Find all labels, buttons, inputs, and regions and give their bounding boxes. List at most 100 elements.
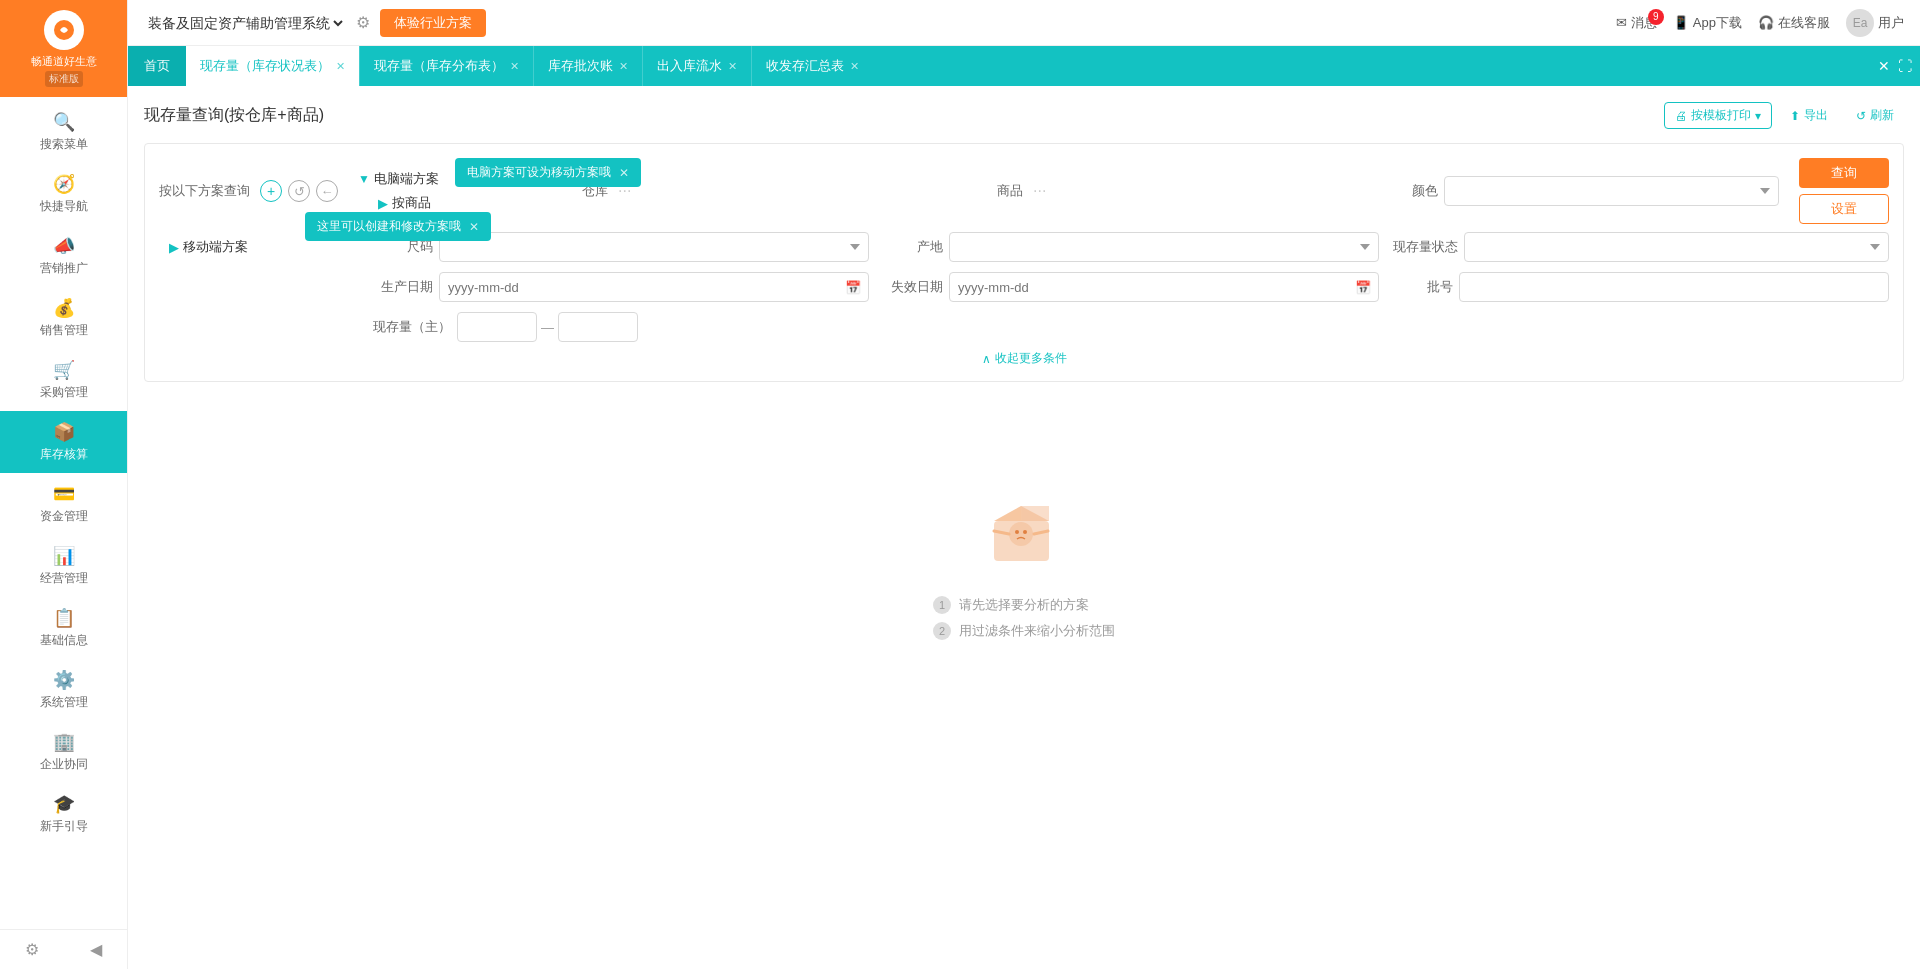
step-1-text: 请先选择要分析的方案 — [959, 596, 1089, 614]
chevron-up-icon: ∧ — [982, 352, 991, 366]
refresh-button[interactable]: ↺ 刷新 — [1846, 103, 1904, 128]
mobile-scheme-text: 移动端方案 — [183, 238, 248, 256]
sidebar-item-label: 采购管理 — [40, 384, 88, 401]
tab-recv-summary[interactable]: 收发存汇总表 ✕ — [751, 46, 873, 86]
template-print-label: 按模板打印 — [1691, 107, 1751, 124]
empty-step-1: 1 请先选择要分析的方案 — [933, 596, 1115, 614]
content-inner: 现存量查询(按仓库+商品) 🖨 按模板打印 ▾ ⬆ 导出 ↺ 刷新 — [128, 86, 1920, 969]
tab-close-all-icon[interactable]: ✕ — [1878, 58, 1890, 74]
sidebar: 畅通道好生意 标准版 🔍 搜索菜单 🧭 快捷导航 📣 营销推广 💰 销售管理 🛒… — [0, 0, 128, 969]
search-icon: 🔍 — [53, 111, 75, 133]
sidebar-item-purchase[interactable]: 🛒 采购管理 — [0, 349, 127, 411]
topbar-right: ✉ 消息 9 📱 App下载 🎧 在线客服 Ea 用户 — [1616, 9, 1904, 37]
sidebar-item-inventory[interactable]: 📦 库存核算 — [0, 411, 127, 473]
produce-date-input[interactable] — [439, 272, 869, 302]
stock-qty-min-input[interactable] — [457, 312, 537, 342]
sidebar-item-finance[interactable]: 💳 资金管理 — [0, 473, 127, 535]
chevron-down-icon: ▼ — [358, 172, 370, 186]
origin-label: 产地 — [883, 238, 943, 256]
tabbar: 首页 现存量（库存状况表） ✕ 现存量（库存分布表） ✕ 库存批次账 ✕ 出入库… — [128, 46, 1920, 86]
tab-close-icon[interactable]: ✕ — [619, 60, 628, 73]
tooltip-scheme-close[interactable]: ✕ — [469, 220, 479, 234]
filter-reset-button[interactable]: ↺ — [288, 180, 310, 202]
filter-add-button[interactable]: + — [260, 180, 282, 202]
refresh-icon: ↺ — [1856, 109, 1866, 123]
svg-point-6 — [1023, 530, 1027, 534]
footer-settings-icon[interactable]: ⚙ — [25, 940, 39, 959]
sidebar-item-enterprise[interactable]: 🏢 企业协同 — [0, 721, 127, 783]
tab-close-icon[interactable]: ✕ — [728, 60, 737, 73]
tab-close-icon[interactable]: ✕ — [336, 60, 345, 73]
batch-input[interactable] — [1459, 272, 1889, 302]
tooltip-scheme-text: 这里可以创建和修改方案哦 — [317, 218, 461, 235]
message-button[interactable]: ✉ 消息 9 — [1616, 14, 1657, 32]
chart-icon: 📊 — [53, 545, 75, 567]
building-icon: 🏢 — [53, 731, 75, 753]
produce-date-label: 生产日期 — [373, 278, 433, 296]
color-select[interactable] — [1444, 176, 1779, 206]
topbar: 装备及固定资产辅助管理系统 ⚙ 体验行业方案 ✉ 消息 9 📱 App下载 🎧 … — [128, 0, 1920, 46]
stock-status-select[interactable] — [1464, 232, 1889, 262]
size-select[interactable] — [439, 232, 869, 262]
clipboard-icon: 📋 — [53, 607, 75, 629]
color-label: 颜色 — [1378, 182, 1438, 200]
topbar-system-select[interactable]: 装备及固定资产辅助管理系统 — [144, 14, 346, 32]
tooltip-desktop-close[interactable]: ✕ — [619, 166, 629, 180]
sidebar-item-system[interactable]: ⚙️ 系统管理 — [0, 659, 127, 721]
desktop-scheme-label[interactable]: 电脑端方案 — [374, 170, 439, 188]
stock-status-label: 现存量状态 — [1393, 238, 1458, 256]
megaphone-icon: 📣 — [53, 235, 75, 257]
stock-qty-max-input[interactable] — [558, 312, 638, 342]
tab-inout-flow[interactable]: 出入库流水 ✕ — [642, 46, 751, 86]
reset-button[interactable]: 设置 — [1799, 194, 1889, 224]
solution-button[interactable]: 体验行业方案 — [380, 9, 486, 37]
tabbar-actions: ✕ ⛶ — [1878, 58, 1920, 74]
sidebar-item-basic[interactable]: 📋 基础信息 — [0, 597, 127, 659]
sidebar-item-operation[interactable]: 📊 经营管理 — [0, 535, 127, 597]
template-print-button[interactable]: 🖨 按模板打印 ▾ — [1664, 102, 1772, 129]
filter-fields-row4: 现存量（主） — — [159, 312, 1889, 342]
tab-home[interactable]: 首页 — [128, 46, 186, 86]
tab-label: 现存量（库存状况表） — [200, 57, 330, 75]
sidebar-item-label: 快捷导航 — [40, 198, 88, 215]
tab-maximize-icon[interactable]: ⛶ — [1898, 58, 1912, 74]
sidebar-item-guide[interactable]: 🎓 新手引导 — [0, 783, 127, 845]
sidebar-item-search-menu[interactable]: 🔍 搜索菜单 — [0, 101, 127, 163]
content-area: 现存量查询(按仓库+商品) 🖨 按模板打印 ▾ ⬆ 导出 ↺ 刷新 — [128, 86, 1920, 969]
app-download-label: App下载 — [1693, 14, 1742, 32]
printer-icon: 🖨 — [1675, 109, 1687, 123]
filter-arrow-button[interactable]: ← — [316, 180, 338, 202]
app-download-button[interactable]: 📱 App下载 — [1673, 14, 1742, 32]
footer-collapse-icon[interactable]: ◀ — [90, 940, 102, 959]
topbar-settings-icon[interactable]: ⚙ — [356, 13, 370, 32]
calendar-icon[interactable]: 📅 — [845, 280, 861, 295]
sidebar-footer: ⚙ ◀ — [0, 929, 127, 969]
sidebar-item-label: 企业协同 — [40, 756, 88, 773]
tab-close-icon[interactable]: ✕ — [850, 60, 859, 73]
sidebar-item-label: 资金管理 — [40, 508, 88, 525]
calendar2-icon[interactable]: 📅 — [1355, 280, 1371, 295]
scheme-item[interactable]: ▶ 按商品 — [378, 194, 518, 212]
chevron-down-icon: ▾ — [1755, 109, 1761, 123]
logo-icon — [44, 10, 84, 50]
tab-close-icon[interactable]: ✕ — [510, 60, 519, 73]
tab-label: 现存量（库存分布表） — [374, 57, 504, 75]
origin-select[interactable] — [949, 232, 1379, 262]
tab-inventory-dist[interactable]: 现存量（库存分布表） ✕ — [359, 46, 533, 86]
tab-inventory-status[interactable]: 现存量（库存状况表） ✕ — [186, 46, 359, 86]
online-support-button[interactable]: 🎧 在线客服 — [1758, 14, 1830, 32]
collapse-button[interactable]: ∧ 收起更多条件 — [982, 350, 1067, 367]
sidebar-item-quick-nav[interactable]: 🧭 快捷导航 — [0, 163, 127, 225]
search-button[interactable]: 查询 — [1799, 158, 1889, 188]
expire-date-input[interactable] — [949, 272, 1379, 302]
scheme-item-icon: ▶ — [378, 196, 388, 211]
produce-date-wrap: 📅 — [439, 272, 869, 302]
goods-label: 商品 — [963, 182, 1023, 200]
sidebar-item-marketing[interactable]: 📣 营销推广 — [0, 225, 127, 287]
tab-batch-ledger[interactable]: 库存批次账 ✕ — [533, 46, 642, 86]
tab-home-label: 首页 — [144, 57, 170, 75]
goods-dots[interactable]: ··· — [1029, 182, 1050, 200]
sidebar-item-sales[interactable]: 💰 销售管理 — [0, 287, 127, 349]
user-button[interactable]: Ea 用户 — [1846, 9, 1904, 37]
export-button[interactable]: ⬆ 导出 — [1780, 103, 1838, 128]
